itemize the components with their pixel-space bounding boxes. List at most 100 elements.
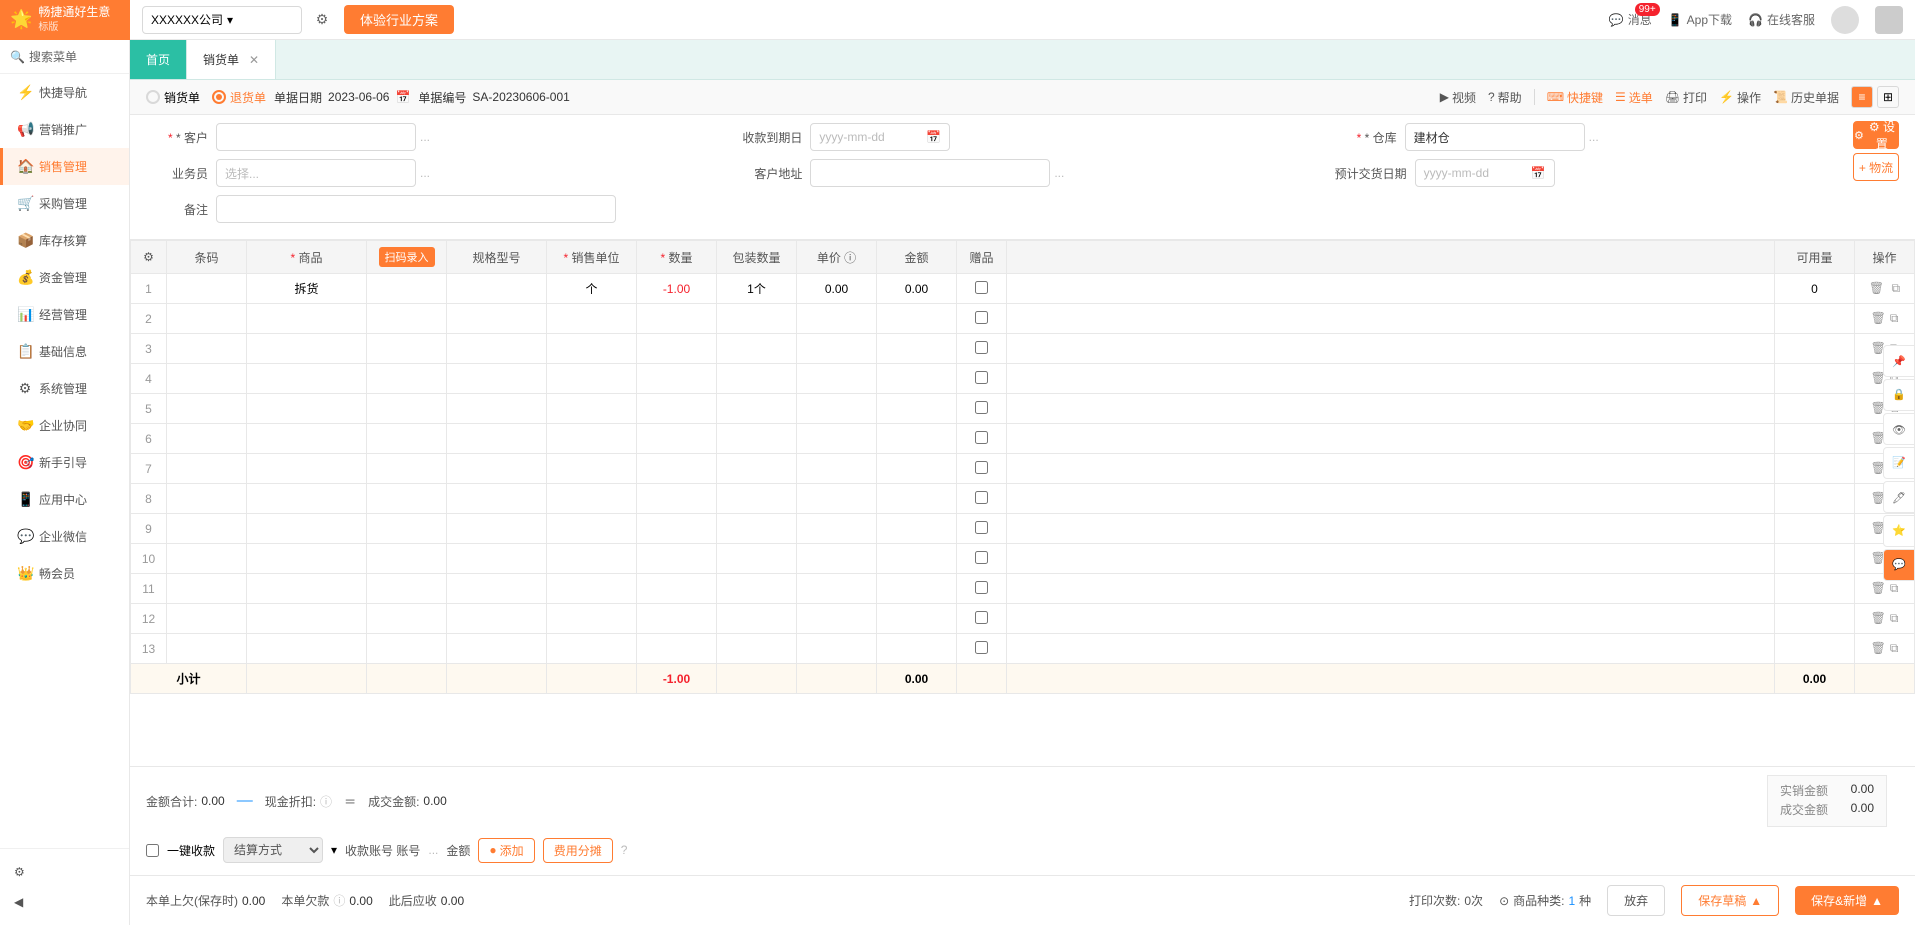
cell-barcode[interactable] bbox=[167, 274, 247, 304]
col-scan[interactable]: 扫码录入 bbox=[367, 241, 447, 274]
toolbar-video[interactable]: ▶ 视频 bbox=[1440, 89, 1476, 106]
expense-split-btn[interactable]: 费用分摊 bbox=[543, 838, 613, 863]
float-btn-6[interactable]: ⭐ bbox=[1883, 515, 1915, 547]
message-item[interactable]: 💬 消息 99+ bbox=[1609, 11, 1652, 28]
search-menu[interactable]: 🔍 搜索菜单 bbox=[0, 40, 129, 74]
toolbar-print[interactable]: 🖨 打印 bbox=[1665, 89, 1707, 106]
gift-checkbox[interactable] bbox=[975, 611, 988, 624]
salesperson-input[interactable]: 选择... bbox=[216, 159, 416, 187]
warehouse-input[interactable]: 建材仓 bbox=[1405, 123, 1585, 151]
gift-checkbox[interactable] bbox=[975, 641, 988, 654]
sidebar-item-system[interactable]: ⚙ 系统管理 bbox=[0, 370, 129, 407]
copy-icon[interactable]: ⧉ bbox=[1890, 641, 1899, 655]
trial-button[interactable]: 体验行业方案 bbox=[344, 5, 454, 34]
warehouse-more-btn[interactable]: ... bbox=[1585, 130, 1603, 144]
cell-spec[interactable] bbox=[447, 274, 547, 304]
sidebar-item-quick-nav[interactable]: ⚡ 快捷导航 bbox=[0, 74, 129, 111]
delete-icon[interactable]: 🗑 bbox=[1871, 581, 1886, 595]
toolbar-select[interactable]: ☰ 选单 bbox=[1615, 89, 1653, 106]
owe-info-icon[interactable]: ⓘ bbox=[333, 892, 345, 909]
float-btn-4[interactable]: 📝 bbox=[1883, 447, 1915, 479]
copy-icon[interactable]: ⧉ bbox=[1890, 611, 1899, 625]
company-selector[interactable]: XXXXXX公司 ▾ bbox=[142, 6, 302, 34]
cell-unit[interactable]: 个 bbox=[547, 274, 637, 304]
delete-icon[interactable]: 🗑 bbox=[1871, 311, 1886, 325]
copy-icon[interactable]: ⧉ bbox=[1890, 581, 1899, 595]
gift-checkbox[interactable] bbox=[975, 401, 988, 414]
sidebar-item-marketing[interactable]: 📢 营销推广 bbox=[0, 111, 129, 148]
logistics-btn[interactable]: + 物流 bbox=[1853, 153, 1899, 181]
copy-icon[interactable]: ⧉ bbox=[1890, 311, 1899, 325]
float-btn-7[interactable]: 💬 bbox=[1883, 549, 1915, 581]
info-icon[interactable]: ⓘ bbox=[320, 793, 332, 810]
help-icon[interactable]: ? bbox=[621, 843, 628, 857]
sidebar-item-member[interactable]: 👑 畅会员 bbox=[0, 555, 129, 592]
tab-sales-order[interactable]: 销货单 ✕ bbox=[187, 40, 276, 79]
toolbar-history[interactable]: 📜 历史单据 bbox=[1773, 89, 1839, 106]
radio-return[interactable]: 退货单 bbox=[212, 89, 266, 106]
gift-checkbox[interactable] bbox=[975, 341, 988, 354]
one-click-pay-checkbox[interactable] bbox=[146, 844, 159, 857]
sidebar-item-guide[interactable]: 🎯 新手引导 bbox=[0, 444, 129, 481]
gift-checkbox[interactable] bbox=[975, 551, 988, 564]
calendar-icon[interactable]: 📅 bbox=[395, 90, 410, 104]
settings-config-btn[interactable]: ⚙ ⚙ 设置 bbox=[1853, 121, 1899, 149]
customer-input[interactable] bbox=[216, 123, 416, 151]
grid-view-btn[interactable]: ⊞ bbox=[1877, 86, 1899, 108]
float-btn-3[interactable]: 👁 bbox=[1883, 413, 1915, 445]
gift-checkbox[interactable] bbox=[975, 371, 988, 384]
salesperson-more-btn[interactable]: ... bbox=[416, 166, 434, 180]
float-btn-1[interactable]: 📌 bbox=[1883, 345, 1915, 377]
copy-icon[interactable]: ⧉ bbox=[1892, 281, 1901, 295]
due-date-input[interactable]: yyyy-mm-dd 📅 bbox=[810, 123, 950, 151]
gift-checkbox[interactable] bbox=[975, 281, 988, 294]
sidebar-item-purchase[interactable]: 🛒 采购管理 bbox=[0, 185, 129, 222]
settings-icon[interactable]: ⚙ bbox=[308, 6, 336, 34]
sidebar-item-inventory[interactable]: 📦 库存核算 bbox=[0, 222, 129, 259]
gift-checkbox[interactable] bbox=[975, 431, 988, 444]
toolbar-help[interactable]: ? 帮助 bbox=[1488, 89, 1522, 106]
gift-checkbox[interactable] bbox=[975, 581, 988, 594]
tab-home[interactable]: 首页 bbox=[130, 40, 187, 79]
cell-unit-price[interactable]: 0.00 bbox=[797, 274, 877, 304]
delete-icon[interactable]: 🗑 bbox=[1869, 281, 1884, 295]
cell-product[interactable]: 拆货 bbox=[247, 274, 367, 304]
cell-qty[interactable]: -1.00 bbox=[637, 274, 717, 304]
sidebar-item-wechat[interactable]: 💬 企业微信 bbox=[0, 518, 129, 555]
radio-sale[interactable]: 销货单 bbox=[146, 89, 200, 106]
float-btn-2[interactable]: 🔒 bbox=[1883, 379, 1915, 411]
sidebar-item-operations[interactable]: 📊 经营管理 bbox=[0, 296, 129, 333]
note-input[interactable] bbox=[216, 195, 616, 223]
online-service-item[interactable]: 🎧 在线客服 bbox=[1748, 11, 1815, 28]
cell-gift[interactable] bbox=[957, 274, 1007, 304]
delivery-date-input[interactable]: yyyy-mm-dd 📅 bbox=[1415, 159, 1555, 187]
user-menu[interactable] bbox=[1875, 6, 1903, 34]
abandon-button[interactable]: 放弃 bbox=[1607, 885, 1665, 916]
sidebar-item-appstore[interactable]: 📱 应用中心 bbox=[0, 481, 129, 518]
app-download-item[interactable]: 📱 App下载 bbox=[1668, 11, 1732, 28]
cell-amount[interactable]: 0.00 bbox=[877, 274, 957, 304]
save-new-button[interactable]: 保存&新增 ▲ bbox=[1795, 886, 1899, 915]
account-dots[interactable]: ... bbox=[428, 843, 438, 857]
sidebar-item-basics[interactable]: 📋 基础信息 bbox=[0, 333, 129, 370]
gift-checkbox[interactable] bbox=[975, 461, 988, 474]
sidebar-settings[interactable]: ⚙ bbox=[0, 857, 129, 887]
avatar[interactable] bbox=[1831, 6, 1859, 34]
delete-icon[interactable]: 🗑 bbox=[1871, 611, 1886, 625]
gift-checkbox[interactable] bbox=[975, 491, 988, 504]
delete-icon[interactable]: 🗑 bbox=[1871, 641, 1886, 655]
save-draft-button[interactable]: 保存草稿 ▲ bbox=[1681, 885, 1779, 916]
add-payment-btn[interactable]: ● 添加 bbox=[478, 838, 534, 863]
scan-btn[interactable]: 扫码录入 bbox=[379, 247, 435, 267]
float-btn-5[interactable]: 🖊 bbox=[1883, 481, 1915, 513]
sidebar-collapse[interactable]: ◀ bbox=[0, 887, 129, 917]
address-input[interactable] bbox=[810, 159, 1050, 187]
toolbar-shortcut[interactable]: ⌨ 快捷键 bbox=[1547, 89, 1603, 106]
list-view-btn[interactable]: ≡ bbox=[1851, 86, 1873, 108]
cell-pack-qty[interactable]: 1个 bbox=[717, 274, 797, 304]
gift-checkbox[interactable] bbox=[975, 311, 988, 324]
gift-checkbox[interactable] bbox=[975, 521, 988, 534]
tab-close-icon[interactable]: ✕ bbox=[249, 53, 259, 67]
sidebar-item-sales[interactable]: 🏠 销售管理 bbox=[0, 148, 129, 185]
sidebar-item-enterprise[interactable]: 🤝 企业协同 bbox=[0, 407, 129, 444]
